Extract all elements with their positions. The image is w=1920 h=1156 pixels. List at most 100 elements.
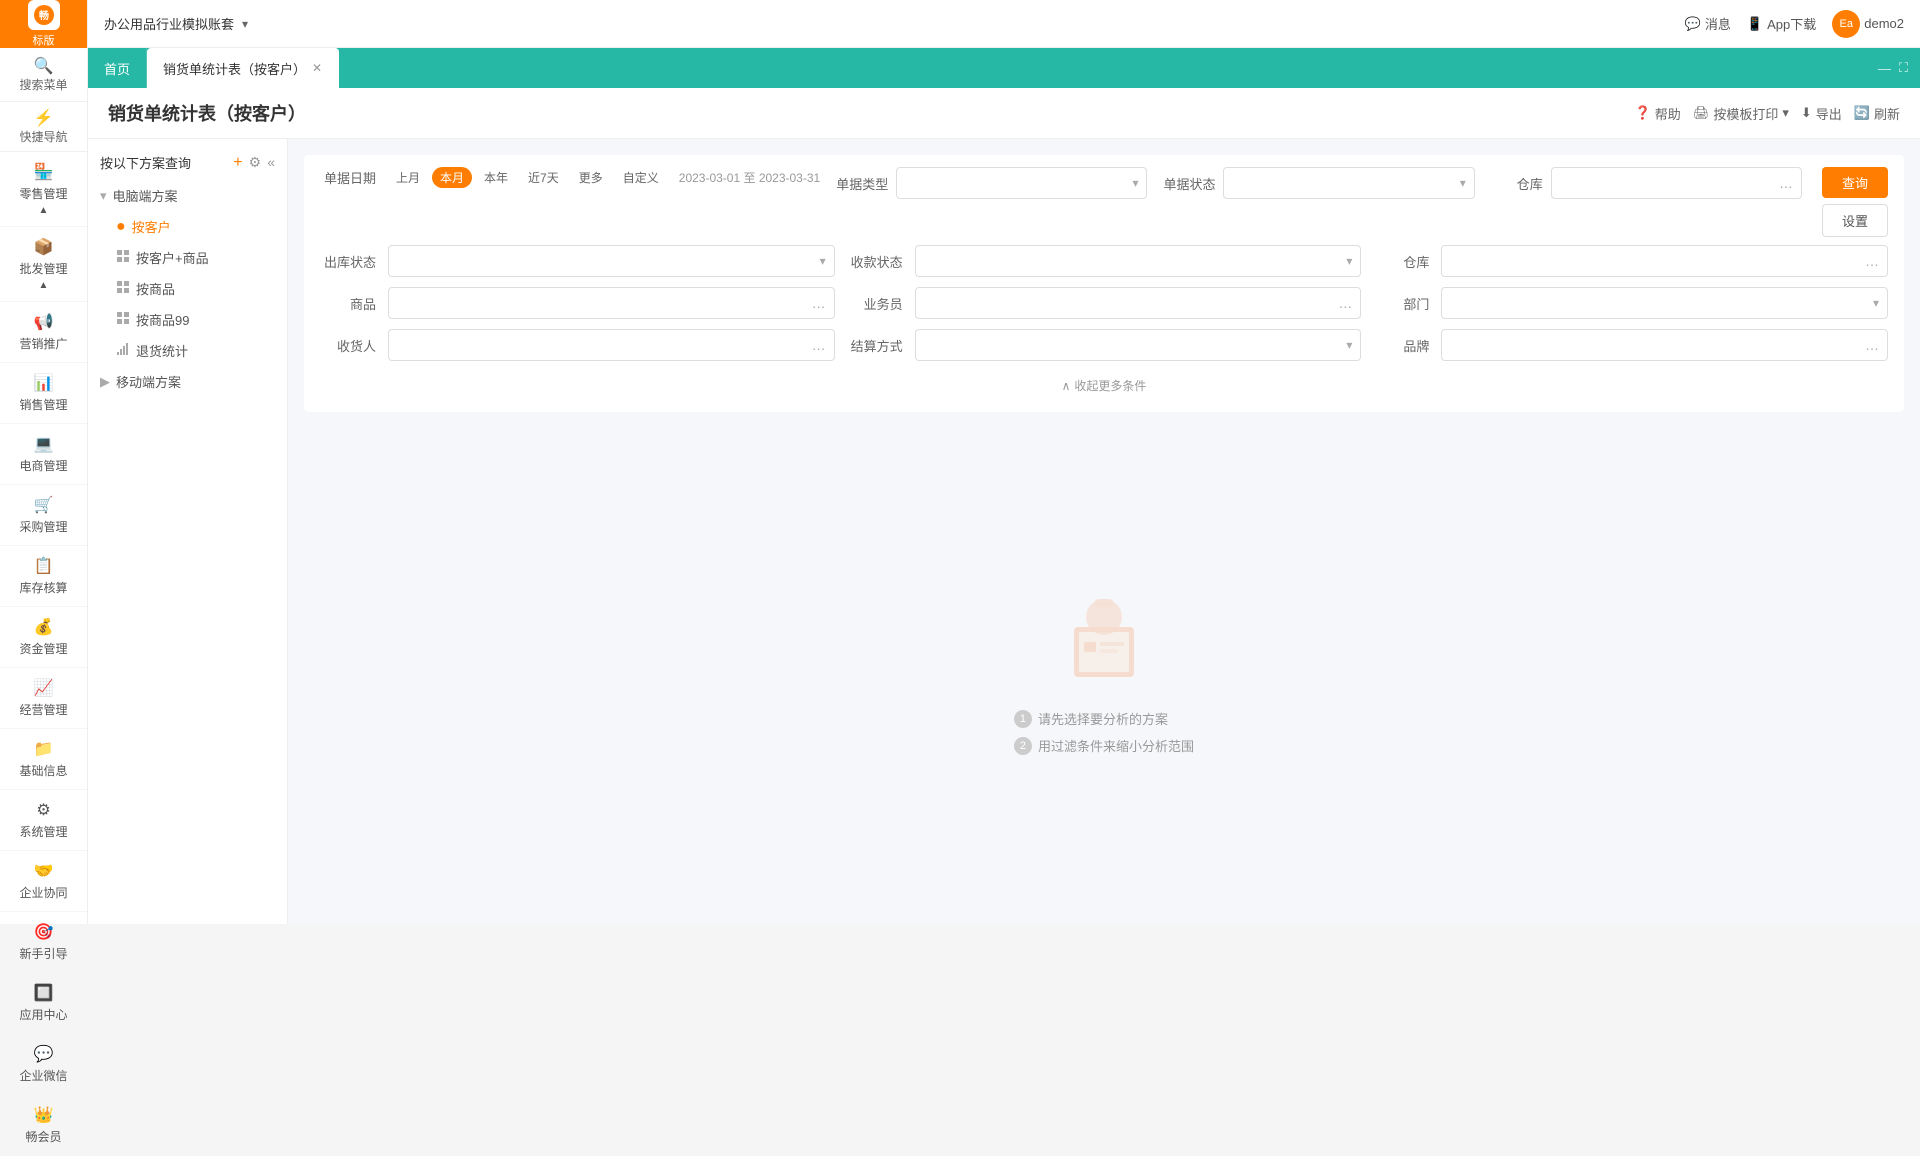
tab-close-icon[interactable]: ✕: [312, 61, 322, 75]
sidebar-item-finance[interactable]: 💰 资金管理: [0, 607, 87, 668]
action-buttons: 查询 设置: [1822, 167, 1888, 237]
tab-sales-stat-label: 销货单统计表（按客户）: [163, 59, 306, 78]
app-download-button[interactable]: 📱 App下载: [1747, 14, 1816, 33]
by-customer-label: 按客户: [132, 217, 171, 236]
filter-row-4: 收货人 … 结算方式 ▾ 品牌 …: [320, 329, 1888, 361]
sidebar-item-marketing[interactable]: 📢 营销推广: [0, 302, 87, 363]
refresh-button[interactable]: 🔄 刷新: [1854, 104, 1900, 123]
settings-scheme-icon[interactable]: ⚙: [249, 154, 262, 172]
tab-maximize-icon[interactable]: ⛶: [1899, 60, 1908, 76]
export-icon: ⬇: [1801, 105, 1812, 121]
sidebar-item-membership[interactable]: 👑 畅会员: [0, 1095, 87, 1156]
sidebar-item-business[interactable]: 📈 经营管理: [0, 668, 87, 729]
tree-item-return-stat[interactable]: 退货统计: [104, 335, 287, 366]
sidebar-item-ecommerce[interactable]: 💻 电商管理: [0, 424, 87, 485]
logo-icon: 畅: [28, 0, 60, 30]
settlement-label: 结算方式: [847, 336, 903, 355]
order-type-select[interactable]: ▾: [896, 167, 1147, 199]
date-btn-this-year[interactable]: 本年: [476, 167, 516, 188]
sidebar-item-basic[interactable]: 📁 基础信息: [0, 729, 87, 790]
add-scheme-icon[interactable]: +: [233, 154, 242, 172]
filter-row-2: 出库状态 ▾ 收款状态 ▾ 仓库 …: [320, 245, 1888, 277]
sidebar-item-guide[interactable]: 🎯 新手引导: [0, 912, 87, 973]
sidebar-item-retail[interactable]: 🏪 零售管理 ▲: [0, 152, 87, 227]
left-panel-title: 按以下方案查询: [100, 153, 191, 172]
message-button[interactable]: 💬 消息: [1685, 14, 1731, 33]
by-goods-99-icon: [116, 311, 130, 328]
out-status-select[interactable]: ▾: [388, 245, 835, 277]
sidebar-item-wechat[interactable]: 💬 企业微信: [0, 1034, 87, 1095]
retail-icon: 🏪: [34, 162, 54, 182]
tab-home[interactable]: 首页: [88, 48, 147, 88]
brand-select[interactable]: …: [1441, 329, 1888, 361]
date-label: 单据日期: [320, 168, 376, 187]
return-stat-label: 退货统计: [136, 341, 188, 360]
template-print-button[interactable]: 🖨 按模板打印 ▾: [1693, 104, 1789, 123]
consignee-select[interactable]: …: [388, 329, 835, 361]
tree-desktop-children: ● 按客户 按客户+商品 按商品: [88, 211, 287, 366]
collapse-bar[interactable]: ∧ 收起更多条件: [320, 371, 1888, 400]
sidebar-retail-label: 零售管理: [19, 185, 67, 202]
goods-select[interactable]: …: [388, 287, 835, 319]
salesperson-select[interactable]: …: [915, 287, 1362, 319]
collect-status-select[interactable]: ▾: [915, 245, 1362, 277]
sidebar-wholesale-label: 批发管理: [19, 260, 67, 277]
date-btn-last-month[interactable]: 上月: [388, 167, 428, 188]
tab-sales-stat[interactable]: 销货单统计表（按客户） ✕: [147, 48, 339, 88]
brand-label: 品牌: [1373, 336, 1429, 355]
body-layout: 按以下方案查询 + ⚙ « ▾ 电脑端方案 ● 按客户: [88, 139, 1920, 924]
export-button[interactable]: ⬇ 导出: [1801, 104, 1842, 123]
date-btn-custom[interactable]: 自定义: [615, 167, 667, 188]
order-status-select[interactable]: ▾: [1223, 167, 1474, 199]
template-print-label: 按模板打印: [1713, 104, 1778, 123]
nav-dropdown-icon[interactable]: ▾: [242, 17, 248, 31]
tree-item-by-goods-99[interactable]: 按商品99: [104, 304, 287, 335]
date-btn-more[interactable]: 更多: [571, 167, 611, 188]
export-label: 导出: [1816, 104, 1842, 123]
collapse-panel-icon[interactable]: «: [267, 154, 275, 172]
sidebar-item-apps[interactable]: 🔲 应用中心: [0, 973, 87, 1034]
warehouse-select-2[interactable]: …: [1441, 245, 1888, 277]
sidebar-finance-label: 资金管理: [19, 640, 67, 657]
settlement-select[interactable]: ▾: [915, 329, 1362, 361]
dept-select[interactable]: ▾: [1441, 287, 1888, 319]
tree-item-by-goods[interactable]: 按商品: [104, 273, 287, 304]
tab-minimize-icon[interactable]: —: [1878, 61, 1891, 76]
settings-button[interactable]: 设置: [1822, 204, 1888, 237]
sidebar-item-system[interactable]: ⚙ 系统管理: [0, 790, 87, 851]
warehouse-select[interactable]: …: [1551, 167, 1802, 199]
query-button[interactable]: 查询: [1822, 167, 1888, 198]
sidebar-item-search[interactable]: 🔍 搜索菜单: [0, 48, 87, 102]
date-btn-this-month[interactable]: 本月: [432, 167, 472, 188]
sidebar-item-cooperation[interactable]: 🤝 企业协同: [0, 851, 87, 912]
tree-desktop-group[interactable]: ▾ 电脑端方案: [88, 180, 287, 211]
dept-label: 部门: [1373, 294, 1429, 313]
date-btn-last-7-days[interactable]: 近7天: [520, 167, 567, 188]
empty-text: 1 请先选择要分析的方案 2 用过滤条件来缩小分析范围: [1014, 709, 1194, 755]
sidebar-business-label: 经营管理: [19, 701, 67, 718]
tree-mobile-group[interactable]: ▶ 移动端方案: [88, 366, 287, 397]
order-status-label: 单据状态: [1159, 174, 1215, 193]
warehouse-dots-icon: …: [1779, 175, 1793, 191]
sidebar-apps-label: 应用中心: [19, 1006, 67, 1023]
finance-icon: 💰: [34, 617, 54, 637]
sidebar-item-quick-nav[interactable]: ⚡ 快捷导航: [0, 102, 87, 152]
sidebar-item-wholesale[interactable]: 📦 批发管理 ▲: [0, 227, 87, 302]
step-1-label: 请先选择要分析的方案: [1038, 709, 1168, 728]
sidebar-item-inventory[interactable]: 📋 库存核算: [0, 546, 87, 607]
tree-item-by-customer[interactable]: ● 按客户: [104, 211, 287, 242]
wholesale-arrow-icon: ▲: [39, 280, 49, 291]
sidebar-item-sales[interactable]: 📊 销售管理: [0, 363, 87, 424]
purchase-icon: 🛒: [34, 495, 54, 515]
sidebar-item-purchase[interactable]: 🛒 采购管理: [0, 485, 87, 546]
salesperson-label: 业务员: [847, 294, 903, 313]
sidebar-purchase-label: 采购管理: [19, 518, 67, 535]
tree-item-by-customer-goods[interactable]: 按客户+商品: [104, 242, 287, 273]
guide-icon: 🎯: [34, 922, 54, 942]
svg-text:畅: 畅: [39, 9, 49, 22]
sidebar-wechat-label: 企业微信: [19, 1067, 67, 1084]
user-profile[interactable]: Ea demo2: [1832, 10, 1904, 38]
help-button[interactable]: ❓ 帮助: [1635, 104, 1681, 123]
left-panel: 按以下方案查询 + ⚙ « ▾ 电脑端方案 ● 按客户: [88, 139, 288, 924]
out-status-label: 出库状态: [320, 252, 376, 271]
